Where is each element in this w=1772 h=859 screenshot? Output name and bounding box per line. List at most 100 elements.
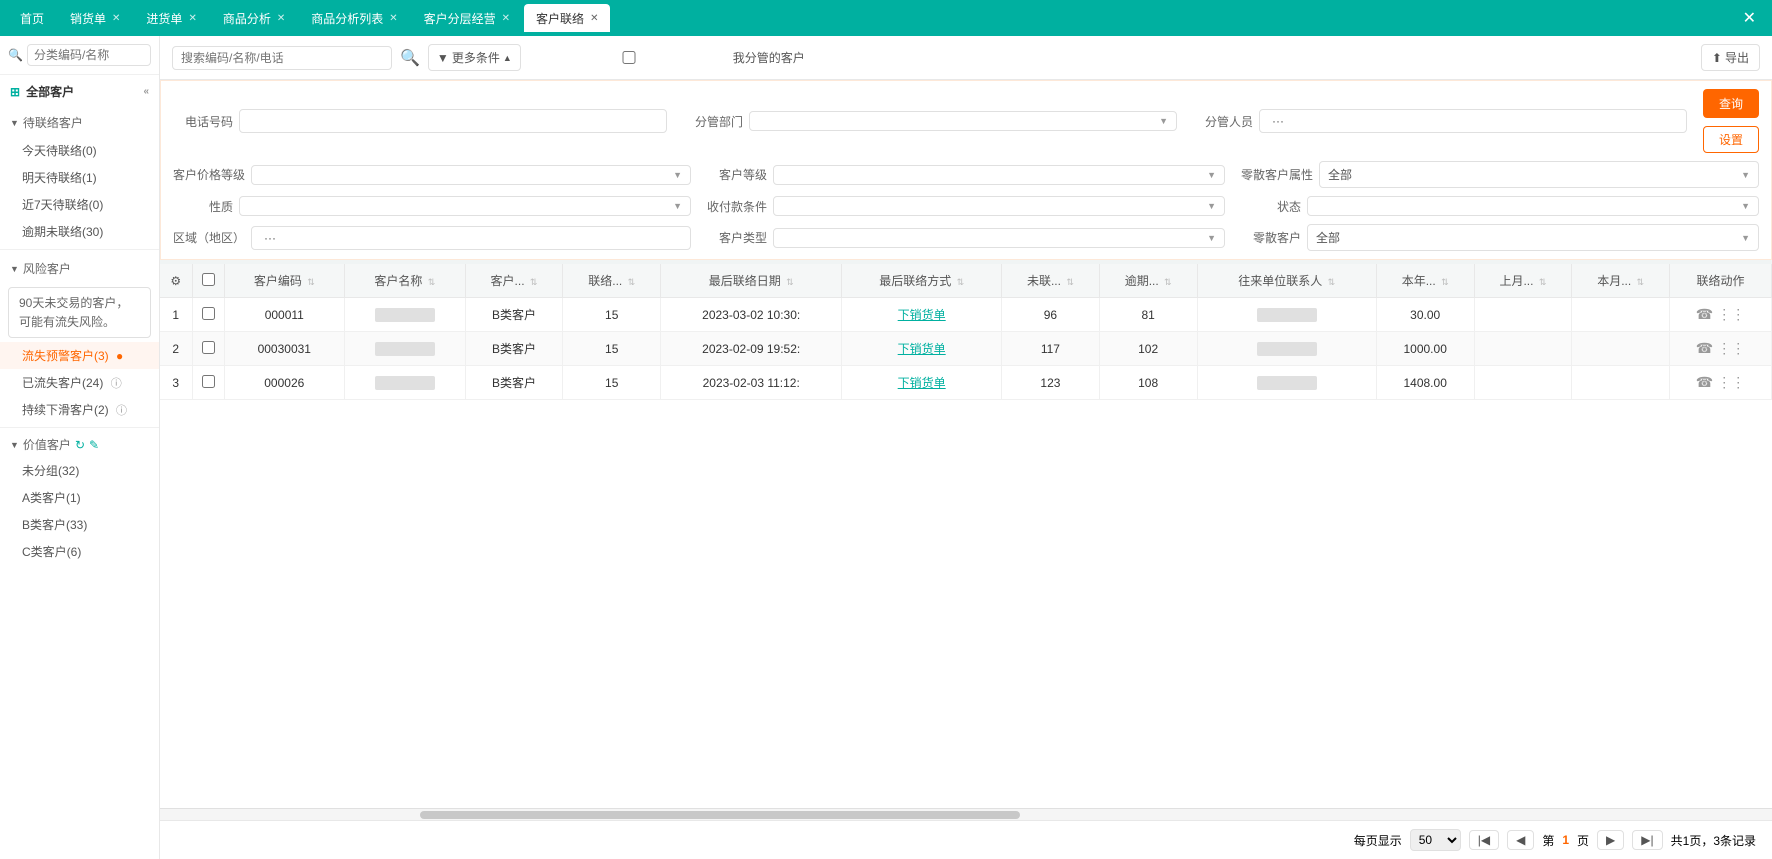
- phone-input[interactable]: [239, 109, 667, 133]
- last-month-sort-icon[interactable]: ⇅: [1539, 277, 1547, 287]
- per-page-select[interactable]: 50 100 200: [1410, 829, 1461, 851]
- tab-home[interactable]: 首页: [8, 4, 56, 32]
- row-checkbox[interactable]: [202, 307, 215, 320]
- code-sort-icon[interactable]: ⇅: [307, 277, 315, 287]
- my-customers-checkbox[interactable]: [529, 51, 729, 64]
- scrollbar-thumb[interactable]: [420, 811, 1020, 819]
- unit-contact-sort-icon[interactable]: ⇅: [1328, 277, 1336, 287]
- sidebar-item-tomorrow[interactable]: 明天待联络(1): [0, 164, 159, 191]
- sidebar-item-class-b[interactable]: B类客户(33): [0, 511, 159, 538]
- row-checkbox[interactable]: [202, 341, 215, 354]
- export-button[interactable]: ⬆ 导出: [1701, 44, 1760, 71]
- name-sort-icon[interactable]: ⇅: [428, 277, 436, 287]
- uncontacted-sort-icon[interactable]: ⇅: [1066, 277, 1074, 287]
- contact-method-link[interactable]: 下销货单: [898, 376, 946, 390]
- last-contact-date-sort-icon[interactable]: ⇅: [786, 277, 794, 287]
- row-checkbox[interactable]: [202, 375, 215, 388]
- this-month-sort-icon[interactable]: ⇅: [1637, 277, 1645, 287]
- division-dept-select[interactable]: ▼: [749, 111, 1177, 131]
- search-input[interactable]: [172, 46, 392, 70]
- sidebar-item-already-lost[interactable]: 已流失客户(24) ⓘ: [0, 369, 159, 396]
- this-year-sort-icon[interactable]: ⇅: [1441, 277, 1449, 287]
- content-area: 🔍 ▼ 更多条件 ▲ 我分管的客户 ⬆ 导出 电话号码: [160, 36, 1772, 859]
- payment-select[interactable]: ▼: [773, 196, 1225, 216]
- tab-purchase[interactable]: 进货单 ✕: [134, 4, 208, 32]
- more-actions-icon[interactable]: ⋮⋮: [1717, 306, 1745, 323]
- contact-icon[interactable]: ☎: [1696, 374, 1713, 391]
- cell-unit-contact: [1197, 298, 1376, 332]
- tab-purchase-close[interactable]: ✕: [188, 13, 196, 24]
- sidebar-group-pending[interactable]: ▼ 待联络客户: [0, 108, 159, 137]
- query-button[interactable]: 查询: [1703, 89, 1759, 118]
- sidebar-search-input[interactable]: [27, 44, 151, 66]
- last-contact-method-sort-icon[interactable]: ⇅: [957, 277, 965, 287]
- tab-sales[interactable]: 销货单 ✕: [58, 4, 132, 32]
- sidebar-item-today[interactable]: 今天待联络(0): [0, 137, 159, 164]
- sidebar-group-risk[interactable]: ▼ 风险客户: [0, 254, 159, 283]
- sidebar-group-pending-label: 待联络客户: [23, 114, 83, 131]
- more-actions-icon[interactable]: ⋮⋮: [1717, 340, 1745, 357]
- customer-type-sort-icon[interactable]: ⇅: [530, 277, 538, 287]
- contact-method-link[interactable]: 下销货单: [898, 308, 946, 322]
- select-all-checkbox[interactable]: [202, 273, 215, 286]
- gender-select[interactable]: ▼: [239, 196, 691, 216]
- sidebar-item-unsorted[interactable]: 未分组(32): [0, 457, 159, 484]
- zero-retail-select[interactable]: 全部 ▼: [1307, 224, 1759, 251]
- prev-page-button[interactable]: ◀: [1507, 830, 1534, 850]
- cell-checkbox[interactable]: [192, 332, 224, 366]
- next-page-button[interactable]: ▶: [1597, 830, 1624, 850]
- division-person-more[interactable]: ···: [1268, 114, 1288, 128]
- first-page-button[interactable]: |◀: [1469, 830, 1499, 850]
- tab-customer-segment[interactable]: 客户分层经营 ✕: [412, 4, 522, 32]
- division-person-select[interactable]: ···: [1259, 109, 1687, 133]
- tab-customer-segment-close[interactable]: ✕: [502, 13, 510, 24]
- region-more[interactable]: ···: [260, 231, 280, 245]
- sidebar-collapse-icon[interactable]: «: [143, 86, 149, 97]
- overdue-sort-icon[interactable]: ⇅: [1164, 277, 1172, 287]
- cell-last-contact-method[interactable]: 下销货单: [842, 332, 1002, 366]
- th-last-contact-date: 最后联络日期 ⇅: [661, 264, 842, 298]
- window-close-button[interactable]: ✕: [1735, 8, 1764, 28]
- customer-grade-select[interactable]: ▼: [773, 165, 1225, 185]
- settings-button[interactable]: 设置: [1703, 126, 1759, 153]
- tab-product-analysis-list-close[interactable]: ✕: [389, 13, 397, 24]
- sidebar-group-value[interactable]: ▼ 价值客户 ↻ ✎: [0, 432, 159, 457]
- tab-sales-close[interactable]: ✕: [112, 13, 120, 24]
- tab-customer-contact-close[interactable]: ✕: [590, 13, 598, 24]
- value-edit-icon[interactable]: ✎: [89, 438, 99, 452]
- sidebar-item-class-a[interactable]: A类客户(1): [0, 484, 159, 511]
- region-select[interactable]: ···: [251, 226, 691, 250]
- last-page-button[interactable]: ▶|: [1632, 830, 1662, 850]
- sidebar-item-overdue[interactable]: 逾期未联络(30): [0, 218, 159, 245]
- price-grade-select[interactable]: ▼: [251, 165, 691, 185]
- contact-icon[interactable]: ☎: [1696, 340, 1713, 357]
- sidebar-item-class-c[interactable]: C类客户(6): [0, 538, 159, 565]
- search-button-icon[interactable]: 🔍: [400, 48, 420, 68]
- tab-product-analysis-close[interactable]: ✕: [277, 13, 285, 24]
- cell-checkbox[interactable]: [192, 298, 224, 332]
- status-select[interactable]: ▼: [1307, 196, 1759, 216]
- sidebar-root-item[interactable]: ⊞ 全部客户 «: [0, 75, 159, 108]
- more-conditions-button[interactable]: ▼ 更多条件 ▲: [428, 44, 521, 71]
- customer-type-select[interactable]: ▼: [773, 228, 1225, 248]
- th-settings[interactable]: ⚙: [160, 264, 192, 298]
- horizontal-scrollbar[interactable]: [160, 808, 1772, 820]
- contact-sort-icon[interactable]: ⇅: [628, 277, 636, 287]
- sidebar-item-week[interactable]: 近7天待联络(0): [0, 191, 159, 218]
- tab-product-analysis[interactable]: 商品分析 ✕: [211, 4, 297, 32]
- sidebar-item-loss-warning[interactable]: 流失预警客户(3) ●: [0, 342, 159, 369]
- advanced-filter-panel: 电话号码 分管部门 ▼ 分管人员 ···: [160, 80, 1772, 260]
- th-checkbox[interactable]: [192, 264, 224, 298]
- cell-checkbox[interactable]: [192, 366, 224, 400]
- contact-method-link[interactable]: 下销货单: [898, 342, 946, 356]
- cell-last-contact-method[interactable]: 下销货单: [842, 366, 1002, 400]
- zero-retail-attr-select[interactable]: 全部 ▼: [1319, 161, 1759, 188]
- cell-last-contact-method[interactable]: 下销货单: [842, 298, 1002, 332]
- my-customers-checkbox-label[interactable]: 我分管的客户: [529, 49, 805, 66]
- tab-customer-contact[interactable]: 客户联络 ✕: [524, 4, 610, 32]
- value-refresh-icon[interactable]: ↻: [75, 438, 85, 452]
- more-actions-icon[interactable]: ⋮⋮: [1717, 374, 1745, 391]
- contact-icon[interactable]: ☎: [1696, 306, 1713, 323]
- tab-product-analysis-list[interactable]: 商品分析列表 ✕: [299, 4, 409, 32]
- sidebar-item-declining[interactable]: 持续下滑客户(2) ⓘ: [0, 396, 159, 423]
